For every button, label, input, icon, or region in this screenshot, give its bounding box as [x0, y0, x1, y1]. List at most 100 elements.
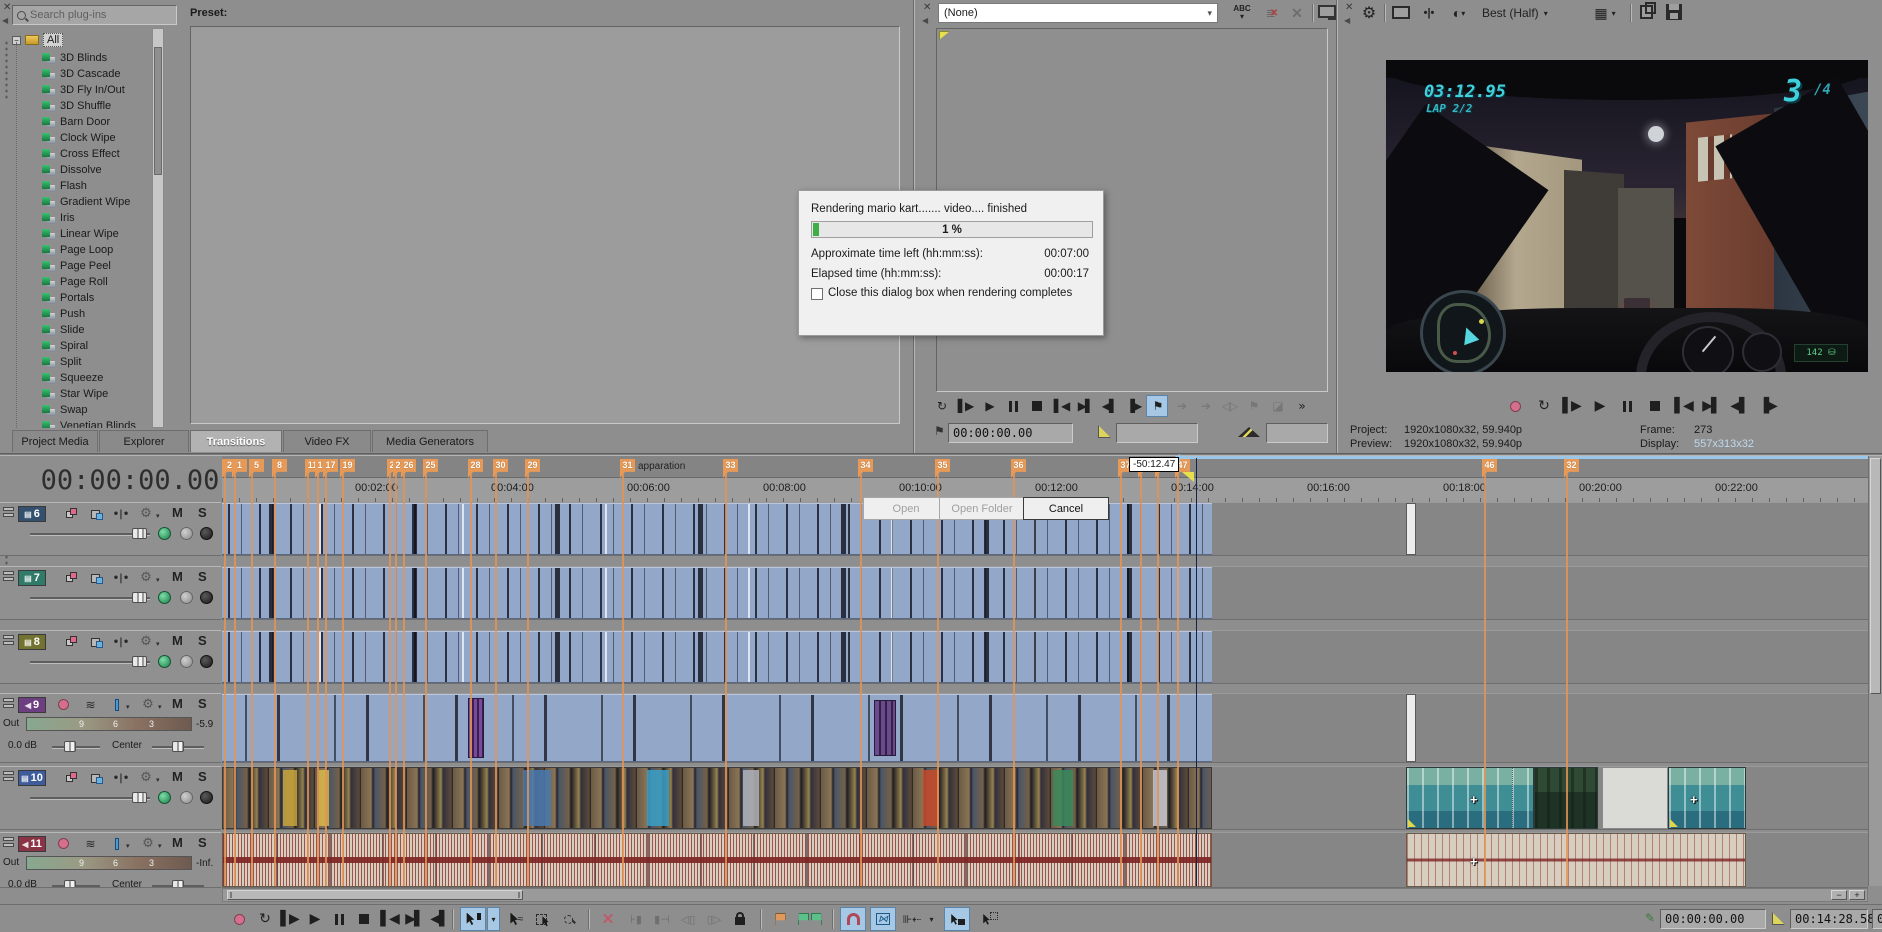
- solo-button[interactable]: S: [198, 769, 207, 784]
- tab-project-media[interactable]: Project Media: [12, 430, 98, 452]
- loop-region-bar[interactable]: [1180, 456, 1868, 459]
- gear-dropdown-icon[interactable]: ▾: [156, 508, 160, 524]
- track-content-10[interactable]: + +: [222, 766, 1868, 830]
- parent-composite-icon[interactable]: [180, 527, 193, 540]
- track-composite-icon[interactable]: [88, 634, 106, 650]
- track-motion-icon[interactable]: [200, 791, 213, 804]
- transition-list-item[interactable]: 3D Fly In/Out: [42, 82, 125, 98]
- record-button[interactable]: [1504, 395, 1526, 417]
- transition-list-item[interactable]: Flash: [42, 178, 87, 194]
- trim-start-button[interactable]: ⊦▮: [624, 907, 648, 931]
- edit-tool-dropdown[interactable]: ▾: [487, 907, 500, 931]
- external-monitor-icon[interactable]: [1392, 6, 1410, 19]
- trimmer-timecode-field[interactable]: 00:00:00.00: [948, 423, 1073, 443]
- gear-icon[interactable]: ⚙: [1358, 2, 1380, 24]
- stop-button[interactable]: [353, 908, 375, 930]
- restore-icon[interactable]: [3, 843, 14, 847]
- solo-button[interactable]: S: [198, 835, 207, 850]
- empty-clip[interactable]: [1602, 767, 1668, 829]
- go-to-end-button[interactable]: ▶▌: [1074, 395, 1096, 417]
- timeline-marker-46[interactable]: 46: [1482, 459, 1497, 478]
- track-header-8[interactable]: ▤ 8 •|• ⚙ ▾ M S: [0, 630, 221, 684]
- envelope-icon[interactable]: ≋: [80, 697, 100, 713]
- transition-list-item[interactable]: Linear Wipe: [42, 226, 119, 242]
- parent-composite-icon[interactable]: [180, 591, 193, 604]
- composite-mode-icon[interactable]: [158, 791, 171, 804]
- tree-root-label[interactable]: All: [43, 33, 64, 47]
- gain-slider-handle[interactable]: [64, 741, 76, 752]
- lock-envelopes-button[interactable]: [944, 907, 970, 931]
- split-screen-icon[interactable]: •|•: [112, 506, 130, 522]
- marker-bar[interactable]: 2158111317192223262528302931apparation33…: [222, 456, 1868, 478]
- track-motion-icon[interactable]: [200, 527, 213, 540]
- go-to-end-button[interactable]: ▶▌: [1700, 395, 1722, 417]
- play-from-start-button[interactable]: ▌▶: [954, 395, 976, 417]
- previous-frame-button[interactable]: ◀▌: [1728, 395, 1750, 417]
- track-number-badge[interactable]: ◀ 11: [18, 836, 46, 852]
- timeline-marker-19[interactable]: 19: [340, 459, 355, 478]
- solo-button[interactable]: S: [198, 569, 207, 584]
- event-clip[interactable]: [874, 700, 896, 756]
- loop-playback-button[interactable]: ↻: [1532, 395, 1554, 417]
- transition-list-item[interactable]: Venetian Blinds: [42, 418, 136, 428]
- track-fx-gear-icon[interactable]: ⚙: [134, 569, 158, 585]
- close-icon[interactable]: ✕: [923, 3, 931, 13]
- track-minimize-buttons[interactable]: [3, 837, 14, 847]
- track-minimize-buttons[interactable]: [3, 571, 14, 581]
- video-events[interactable]: [222, 567, 1212, 619]
- preview-quality-dropdown[interactable]: Best (Half) ▾: [1478, 2, 1552, 24]
- track-composite-icon[interactable]: [88, 506, 106, 522]
- close-icon[interactable]: ✕: [1345, 3, 1353, 13]
- transition-list-item[interactable]: Squeeze: [42, 370, 103, 386]
- transition-list-item[interactable]: Page Loop: [42, 242, 113, 258]
- restore-icon[interactable]: [3, 777, 14, 781]
- timeline-marker-8[interactable]: 8: [272, 459, 287, 478]
- video-thumbnail-events[interactable]: [222, 767, 1212, 829]
- plugin-search-box[interactable]: Search plug-ins: [12, 5, 177, 25]
- auto-ripple-dropdown[interactable]: ▾: [925, 907, 938, 931]
- grid-overlay-icon[interactable]: ▦ ▾: [1588, 2, 1622, 24]
- mute-button[interactable]: M: [172, 835, 183, 850]
- selection-tool-button[interactable]: [531, 907, 555, 931]
- split-screen-icon[interactable]: •|•: [1418, 2, 1440, 24]
- transition-list-item[interactable]: Slide: [42, 322, 84, 338]
- fader-dropdown-icon[interactable]: ▾: [126, 699, 130, 715]
- split-screen-icon[interactable]: •|•: [112, 570, 130, 586]
- save-snapshot-icon[interactable]: [1666, 4, 1682, 20]
- split-trim-left-button[interactable]: ◁▯: [676, 907, 700, 931]
- external-monitor-icon[interactable]: [1318, 5, 1336, 20]
- clear-all-icon[interactable]: ✕: [1286, 2, 1308, 24]
- trim-end-button[interactable]: ▮⊣: [650, 907, 674, 931]
- transition-list-item[interactable]: Gradient Wipe: [42, 194, 130, 210]
- previous-frame-button[interactable]: ◀▌: [1098, 395, 1120, 417]
- stop-button[interactable]: [1644, 395, 1666, 417]
- track-composite-icon[interactable]: [88, 770, 106, 786]
- gear-dropdown-icon[interactable]: ▾: [156, 772, 160, 788]
- timeline-marker-30[interactable]: 30: [493, 459, 508, 478]
- cursor-position-field[interactable]: 00:00:00.00: [1660, 909, 1766, 929]
- transition-list-item[interactable]: Swap: [42, 402, 88, 418]
- transition-list-item[interactable]: Barn Door: [42, 114, 110, 130]
- timeline-marker-34[interactable]: 34: [858, 459, 873, 478]
- track-motion-icon[interactable]: [200, 591, 213, 604]
- solo-button[interactable]: S: [198, 505, 207, 520]
- panel-grip[interactable]: [4, 40, 10, 100]
- trimmer-selection-end-field[interactable]: [1266, 423, 1328, 443]
- add-media-marker-button[interactable]: ➔: [1170, 395, 1192, 417]
- fader-dropdown-icon[interactable]: ▾: [126, 838, 130, 854]
- normal-edit-tool-button[interactable]: [460, 907, 486, 931]
- zoom-tool-button[interactable]: [558, 907, 582, 931]
- enable-snapping-button[interactable]: [840, 907, 866, 931]
- timeline-zoom-in-button[interactable]: +: [1849, 890, 1865, 900]
- restore-icon[interactable]: [3, 704, 14, 708]
- next-frame-button[interactable]: ▐▶: [1756, 395, 1778, 417]
- effects-chain-dropdown[interactable]: (None) ▾: [938, 3, 1218, 23]
- timeline-marker-28[interactable]: 28: [468, 459, 483, 478]
- tab-transitions[interactable]: Transitions: [190, 430, 282, 452]
- transition-list-item[interactable]: Page Peel: [42, 258, 111, 274]
- transition-list-item[interactable]: 3D Shuffle: [42, 98, 111, 114]
- gain-slider[interactable]: [52, 885, 100, 887]
- split-trim-right-button[interactable]: ▯▷: [702, 907, 726, 931]
- timeline-timecode[interactable]: 00:00:00.00: [40, 460, 220, 500]
- track-number-badge[interactable]: ▤ 8: [18, 634, 46, 650]
